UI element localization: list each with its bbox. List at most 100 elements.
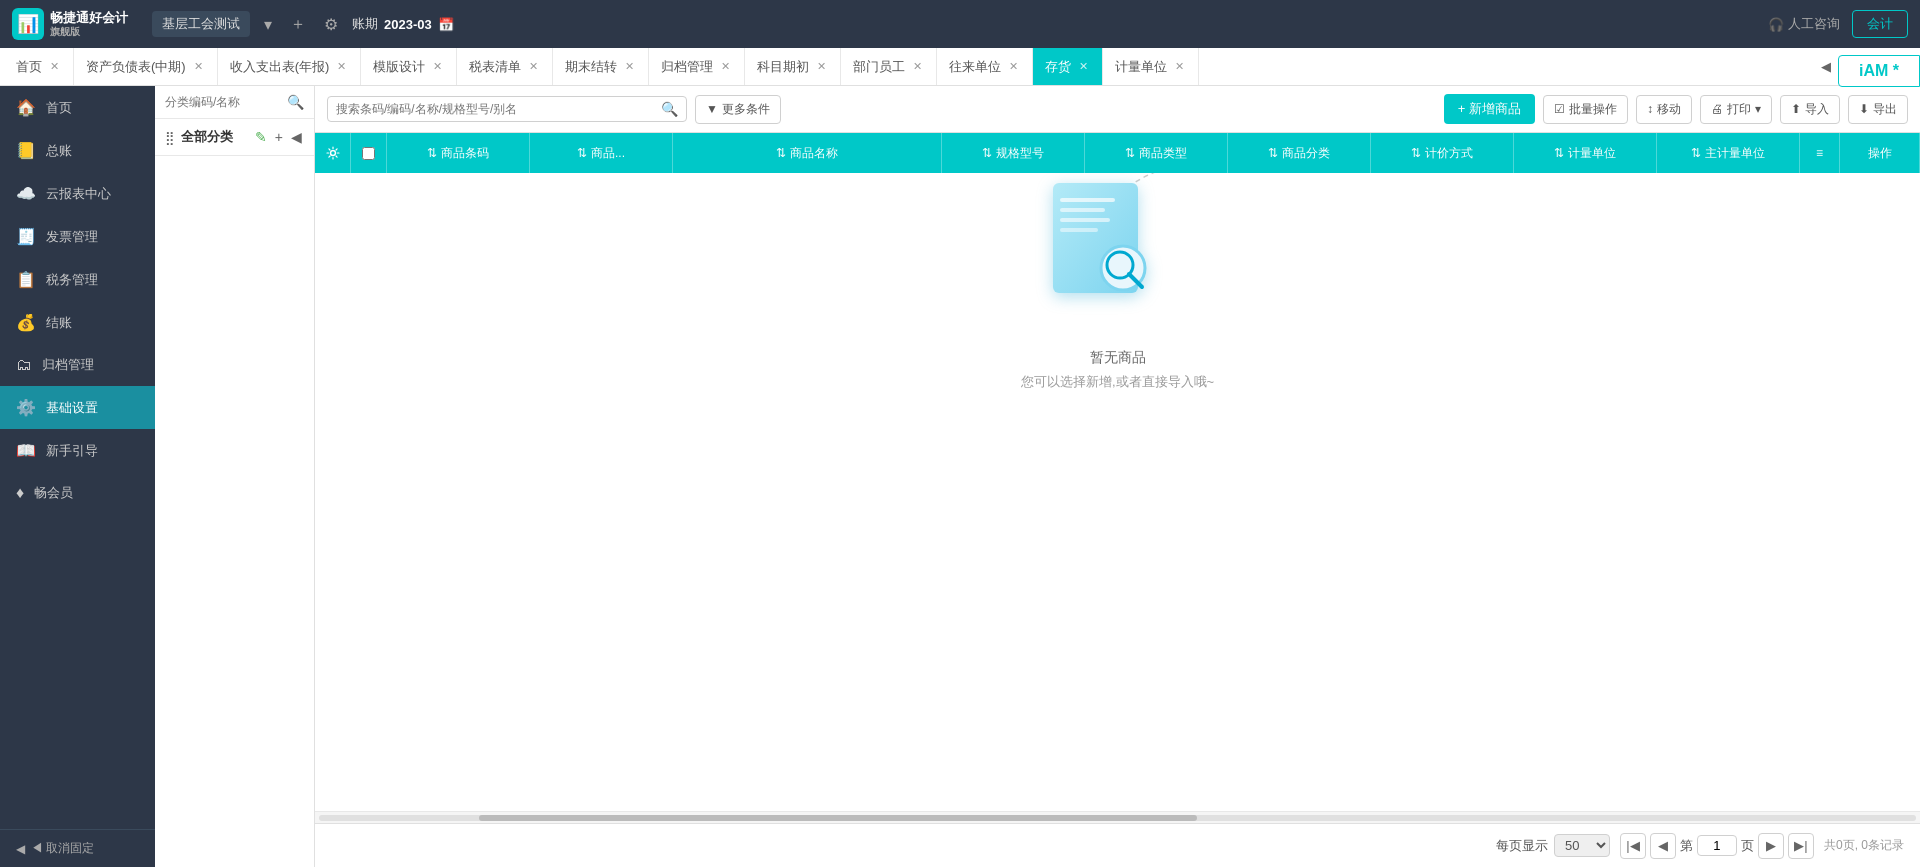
tab-inventory-close[interactable]: ✕ [1077,59,1090,74]
tab-prev-btn[interactable]: ◀ [1814,48,1838,86]
batch-label: 批量操作 [1569,101,1617,118]
tab-template-close[interactable]: ✕ [431,59,444,74]
th-type[interactable]: ⇅ 商品类型 [1085,133,1228,173]
next-page-btn[interactable]: ▶ [1758,833,1784,859]
category-search-input[interactable] [165,95,281,109]
move-btn[interactable]: ↕ 移动 [1636,95,1692,124]
unpin-icon: ◀ [16,842,25,856]
calendar-icon[interactable]: 📅 [438,17,454,32]
sidebar-item-home[interactable]: 🏠 首页 [0,86,155,129]
print-btn[interactable]: 🖨 打印 ▾ [1700,95,1772,124]
tab-home[interactable]: 首页 ✕ [4,48,74,86]
tab-unit-label: 计量单位 [1115,58,1167,76]
page-size-select: 每页显示 10 20 50 100 [1496,834,1610,857]
app-sub: 旗舰版 [50,26,128,38]
category-edit-icon[interactable]: ✎ [253,127,269,147]
ledger-icon: 📒 [16,141,36,160]
empty-doc-svg [1038,173,1168,313]
th-num[interactable]: ≡ [1800,133,1840,173]
sidebar-item-settings[interactable]: ⚙️ 基础设置 [0,386,155,429]
th-spec[interactable]: ⇅ 规格型号 [942,133,1085,173]
filter-icon: ▼ [706,102,718,116]
tab-contact-close[interactable]: ✕ [1007,59,1020,74]
th-barcode[interactable]: ⇅ 商品条码 [387,133,530,173]
select-all-checkbox[interactable] [362,147,375,160]
add-tab-icon[interactable]: ＋ [286,10,310,39]
scrollbar-thumb[interactable] [479,815,1198,821]
settings-icon[interactable]: ⚙ [320,11,342,38]
th-price[interactable]: ⇅ 计价方式 [1371,133,1514,173]
batch-btn[interactable]: ☑ 批量操作 [1543,95,1628,124]
guide-icon: 📖 [16,441,36,460]
sidebar-item-invoice[interactable]: 🧾 发票管理 [0,215,155,258]
tab-tax[interactable]: 税表清单 ✕ [457,48,553,86]
category-collapse-icon[interactable]: ◀ [289,127,304,147]
th-category[interactable]: ⇅ 商品分类 [1228,133,1371,173]
import-btn[interactable]: ⬆ 导入 [1780,95,1840,124]
tab-subject[interactable]: 科目期初 ✕ [745,48,841,86]
total-info: 共0页, 0条记录 [1824,837,1904,854]
sidebar-item-ledger[interactable]: 📒 总账 [0,129,155,172]
app-logo: 📊 畅捷通好会计 旗舰版 [12,8,142,40]
tab-dept-label: 部门员工 [853,58,905,76]
company-selector[interactable]: 基层工会测试 [152,11,250,37]
sidebar-item-archive[interactable]: 🗂 归档管理 [0,344,155,386]
print-dropdown-icon[interactable]: ▾ [1755,102,1761,116]
sidebar-close-label: 结账 [46,314,72,332]
svg-rect-5 [1060,218,1110,222]
th-name[interactable]: ⇅ 商品名称 [673,133,942,173]
tab-tax-close[interactable]: ✕ [527,59,540,74]
first-page-btn[interactable]: |◀ [1620,833,1646,859]
category-search-icon[interactable]: 🔍 [287,94,304,110]
page-number-input[interactable] [1697,835,1737,856]
tab-template[interactable]: 模版设计 ✕ [361,48,457,86]
tab-period-close[interactable]: ✕ [623,59,636,74]
category-add-icon[interactable]: + [273,127,285,147]
export-btn[interactable]: ⬇ 导出 [1848,95,1908,124]
sidebar-unpin-btn[interactable]: ◀ ◀ 取消固定 [0,829,155,867]
prev-page-btn[interactable]: ◀ [1650,833,1676,859]
tab-income[interactable]: 收入支出表(年报) ✕ [218,48,362,86]
tab-dept-close[interactable]: ✕ [911,59,924,74]
horizontal-scrollbar[interactable] [315,811,1920,823]
tab-inventory[interactable]: 存货 ✕ [1033,48,1103,86]
sidebar-item-tax[interactable]: 📋 税务管理 [0,258,155,301]
tab-subject-close[interactable]: ✕ [815,59,828,74]
per-page-dropdown[interactable]: 10 20 50 100 [1554,834,1610,857]
tab-inventory-label: 存货 [1045,58,1071,76]
th-unit[interactable]: ⇅ 计量单位 [1514,133,1657,173]
tab-archive[interactable]: 归档管理 ✕ [649,48,745,86]
all-category-label[interactable]: 全部分类 [181,128,247,146]
th-main-unit[interactable]: ⇅ 主计量单位 [1657,133,1800,173]
tab-home-close[interactable]: ✕ [48,59,61,74]
dropdown-icon[interactable]: ▾ [260,11,276,38]
add-product-btn[interactable]: + 新增商品 [1444,94,1535,124]
tab-contact[interactable]: 往来单位 ✕ [937,48,1033,86]
th-settings[interactable] [315,133,351,173]
sidebar-item-member[interactable]: ♦️ 畅会员 [0,472,155,514]
tab-balance-close[interactable]: ✕ [192,59,205,74]
tab-period[interactable]: 期末结转 ✕ [553,48,649,86]
tab-balance[interactable]: 资产负债表(中期) ✕ [74,48,218,86]
product-search-input[interactable] [336,102,655,116]
sidebar-item-guide[interactable]: 📖 新手引导 [0,429,155,472]
tab-unit-close[interactable]: ✕ [1173,59,1186,74]
tab-dept[interactable]: 部门员工 ✕ [841,48,937,86]
toolbar: 🔍 ▼ 更多条件 + 新增商品 ☑ 批量操作 ↕ [315,86,1920,133]
iam-badge[interactable]: iAM * [1838,55,1920,87]
account-button[interactable]: 会计 [1852,10,1908,38]
tab-archive-close[interactable]: ✕ [719,59,732,74]
tab-income-close[interactable]: ✕ [335,59,348,74]
tab-unit[interactable]: 计量单位 ✕ [1103,48,1199,86]
th-code[interactable]: ⇅ 商品... [530,133,673,173]
page-nav: |◀ ◀ 第 页 ▶ ▶| [1620,833,1814,859]
svg-rect-4 [1060,208,1105,212]
tab-income-label: 收入支出表(年报) [230,58,330,76]
filter-btn[interactable]: ▼ 更多条件 [695,95,781,124]
sidebar-item-close[interactable]: 💰 结账 [0,301,155,344]
product-search-icon[interactable]: 🔍 [661,101,678,117]
th-checkbox[interactable] [351,133,387,173]
last-page-btn[interactable]: ▶| [1788,833,1814,859]
help-button[interactable]: 🎧 人工咨询 [1768,15,1840,33]
sidebar-item-cloud[interactable]: ☁️ 云报表中心 [0,172,155,215]
